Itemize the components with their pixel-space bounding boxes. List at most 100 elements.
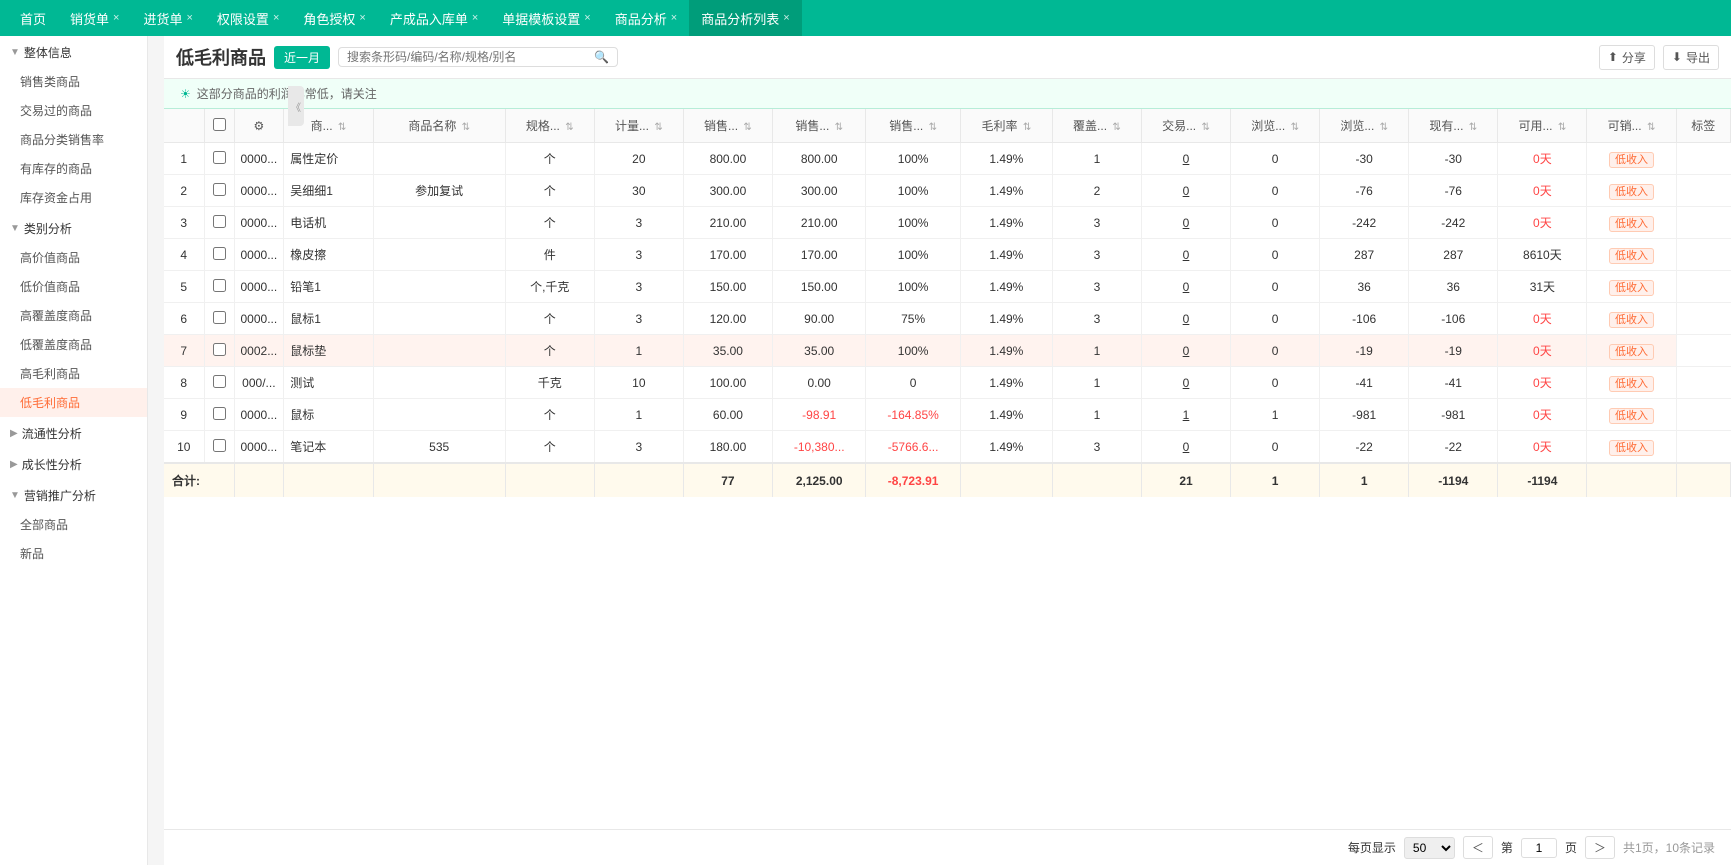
nav-template[interactable]: 单据模板设置 ×: [490, 0, 602, 36]
nav-warehouse-close[interactable]: ×: [472, 12, 478, 24]
cell-checkbox[interactable]: [204, 207, 234, 239]
col-spec[interactable]: 规格... ⇅: [505, 109, 594, 143]
cell-views1[interactable]: 0: [1141, 207, 1230, 239]
sidebar-collapse-button[interactable]: 《: [288, 86, 304, 126]
cell-checkbox[interactable]: [204, 175, 234, 207]
next-page-button[interactable]: ＞: [1585, 836, 1615, 859]
nav-purchase[interactable]: 进货单 ×: [131, 0, 204, 36]
select-all-checkbox[interactable]: [213, 118, 226, 131]
col-gross-margin[interactable]: 毛利率 ⇅: [960, 109, 1052, 143]
nav-analysis[interactable]: 商品分析 ×: [603, 0, 689, 36]
cell-views1[interactable]: 1: [1141, 399, 1230, 431]
share-button[interactable]: ⬆ 分享: [1599, 45, 1655, 70]
cell-checkbox[interactable]: [204, 143, 234, 175]
col-available[interactable]: 可用... ⇅: [1498, 109, 1587, 143]
col-views2-label: 浏览...: [1340, 119, 1374, 133]
cell-checkbox[interactable]: [204, 367, 234, 399]
nav-analysis-list-close[interactable]: ×: [783, 12, 789, 24]
col-transactions[interactable]: 交易... ⇅: [1141, 109, 1230, 143]
sidebar-item-traded-goods[interactable]: 交易过的商品: [0, 96, 147, 125]
row-checkbox[interactable]: [213, 439, 226, 452]
nav-role[interactable]: 角色授权 ×: [291, 0, 377, 36]
search-input[interactable]: [347, 50, 594, 64]
nav-permission-close[interactable]: ×: [273, 12, 279, 24]
col-sales-qty[interactable]: 销售... ⇅: [683, 109, 772, 143]
cell-checkbox[interactable]: [204, 303, 234, 335]
cell-coverage: 1.49%: [960, 143, 1052, 175]
period-button[interactable]: 近一月: [274, 46, 330, 69]
sidebar-item-high-coverage[interactable]: 高覆盖度商品: [0, 301, 147, 330]
sidebar-section-class[interactable]: ▼ 类别分析: [0, 212, 147, 243]
nav-analysis-close[interactable]: ×: [671, 12, 677, 24]
cell-available: -41: [1409, 367, 1498, 399]
col-views1[interactable]: 浏览... ⇅: [1231, 109, 1320, 143]
cell-views1[interactable]: 0: [1141, 367, 1230, 399]
cell-sales-profit: 300.00: [772, 175, 865, 207]
col-sales-price[interactable]: 销售... ⇅: [772, 109, 865, 143]
cell-views1[interactable]: 0: [1141, 335, 1230, 367]
cell-checkbox[interactable]: [204, 239, 234, 271]
sidebar-item-new-goods[interactable]: 新品: [0, 539, 147, 568]
row-checkbox[interactable]: [213, 343, 226, 356]
col-unit[interactable]: 计量... ⇅: [594, 109, 683, 143]
sidebar-item-low-profit[interactable]: 低毛利商品: [0, 388, 147, 417]
nav-home[interactable]: 首页: [8, 0, 58, 36]
row-checkbox[interactable]: [213, 215, 226, 228]
col-tag[interactable]: 标签: [1676, 109, 1730, 143]
row-checkbox[interactable]: [213, 311, 226, 324]
row-checkbox[interactable]: [213, 151, 226, 164]
row-checkbox[interactable]: [213, 407, 226, 420]
sidebar-item-inventory-goods[interactable]: 有库存的商品: [0, 154, 147, 183]
cell-views1[interactable]: 0: [1141, 431, 1230, 464]
cell-checkbox[interactable]: [204, 431, 234, 464]
row-checkbox[interactable]: [213, 247, 226, 260]
page-size-select[interactable]: 50 100: [1404, 837, 1455, 859]
sidebar-item-all-goods[interactable]: 全部商品: [0, 510, 147, 539]
prev-page-button[interactable]: ＜: [1463, 836, 1493, 859]
sidebar-item-high-value[interactable]: 高价值商品: [0, 243, 147, 272]
nav-template-close[interactable]: ×: [584, 12, 590, 24]
cell-current-stock: -76: [1320, 175, 1409, 207]
col-checkbox[interactable]: [204, 109, 234, 143]
cell-views1[interactable]: 0: [1141, 143, 1230, 175]
search-icon[interactable]: 🔍: [594, 50, 609, 64]
sidebar-item-capital-usage[interactable]: 库存资金占用: [0, 183, 147, 212]
sidebar-item-sales-goods[interactable]: 销售类商品: [0, 67, 147, 96]
sidebar-item-goods-classify[interactable]: 商品分类销售率: [0, 125, 147, 154]
sidebar-item-low-coverage[interactable]: 低覆盖度商品: [0, 330, 147, 359]
sidebar-item-high-profit[interactable]: 高毛利商品: [0, 359, 147, 388]
col-views2[interactable]: 浏览... ⇅: [1320, 109, 1409, 143]
nav-purchase-close[interactable]: ×: [186, 12, 192, 24]
cell-checkbox[interactable]: [204, 399, 234, 431]
cell-views1[interactable]: 0: [1141, 239, 1230, 271]
export-button[interactable]: ⬇ 导出: [1663, 45, 1719, 70]
sidebar-item-low-value[interactable]: 低价值商品: [0, 272, 147, 301]
sidebar-section-overall[interactable]: ▼ 整体信息: [0, 36, 147, 67]
sidebar-section-growth[interactable]: ▶ 成长性分析: [0, 448, 147, 479]
cell-views1[interactable]: 0: [1141, 175, 1230, 207]
nav-sales[interactable]: 销货单 ×: [58, 0, 131, 36]
cell-checkbox[interactable]: [204, 335, 234, 367]
col-sellable[interactable]: 可销... ⇅: [1587, 109, 1676, 143]
cell-checkbox[interactable]: [204, 271, 234, 303]
nav-analysis-list[interactable]: 商品分析列表 ×: [689, 0, 801, 36]
col-coverage[interactable]: 覆盖... ⇅: [1052, 109, 1141, 143]
col-sales-profit[interactable]: 销售... ⇅: [866, 109, 960, 143]
col-current-stock[interactable]: 现有... ⇅: [1409, 109, 1498, 143]
sidebar-section-flow[interactable]: ▶ 流通性分析: [0, 417, 147, 448]
row-checkbox[interactable]: [213, 183, 226, 196]
cell-available: -19: [1409, 335, 1498, 367]
row-checkbox[interactable]: [213, 375, 226, 388]
cell-views1[interactable]: 0: [1141, 271, 1230, 303]
col-name[interactable]: 商品名称 ⇅: [373, 109, 505, 143]
sidebar-section-marketing[interactable]: ▼ 营销推广分析: [0, 479, 147, 510]
nav-permission[interactable]: 权限设置 ×: [205, 0, 291, 36]
row-checkbox[interactable]: [213, 279, 226, 292]
table-container[interactable]: ⚙ 商... ⇅ 商品名称 ⇅ 规格... ⇅: [164, 109, 1731, 829]
cell-views1[interactable]: 0: [1141, 303, 1230, 335]
nav-warehouse[interactable]: 产成品入库单 ×: [378, 0, 490, 36]
col-settings[interactable]: ⚙: [234, 109, 284, 143]
page-input[interactable]: [1521, 838, 1557, 858]
nav-role-close[interactable]: ×: [359, 12, 365, 24]
nav-sales-close[interactable]: ×: [113, 12, 119, 24]
